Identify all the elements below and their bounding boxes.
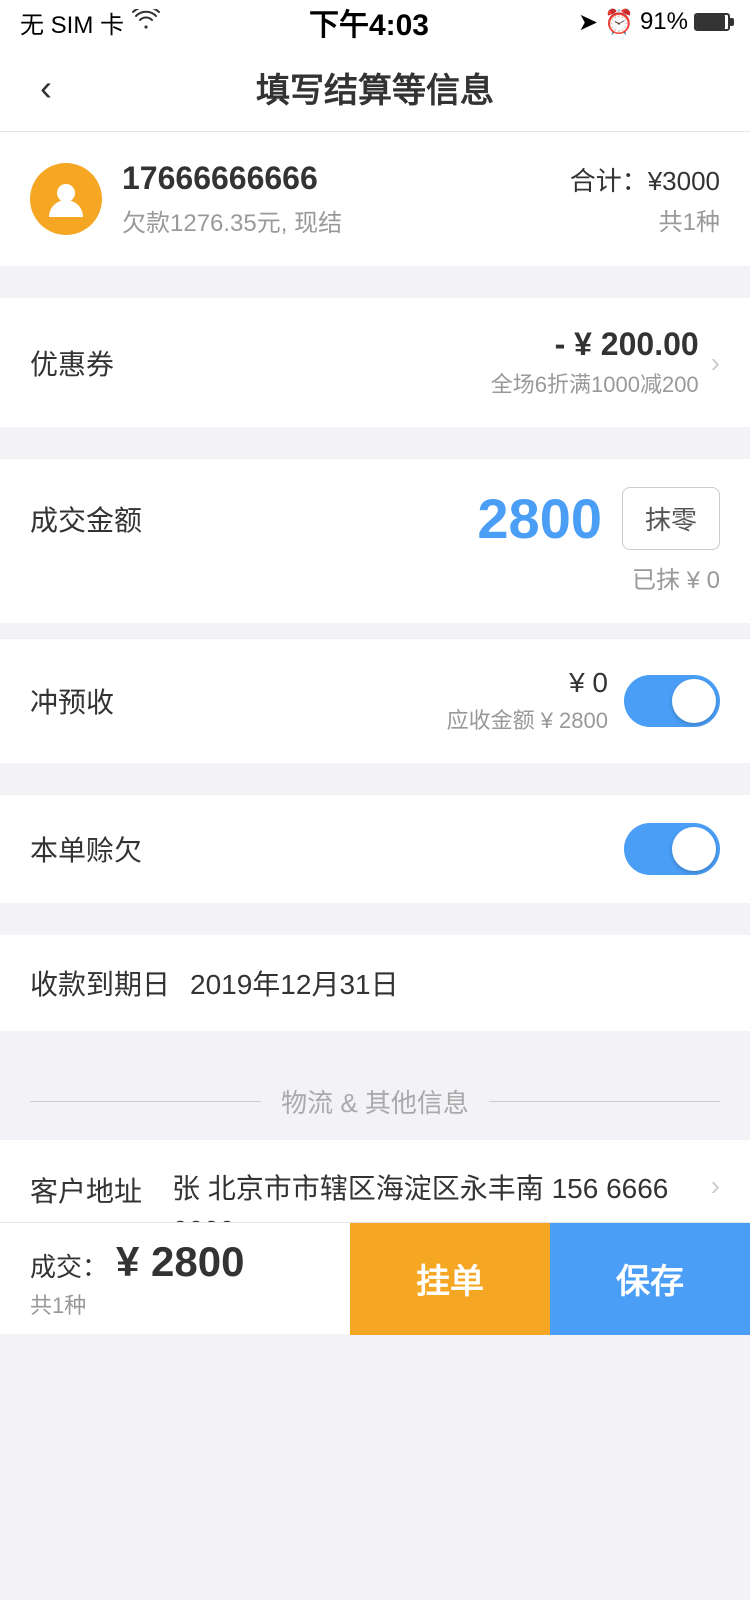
due-date-section: 收款到期日 2019年12月31日 (0, 935, 750, 1031)
customer-left: 17666666666 欠款1276.35元, 现结 (30, 160, 342, 238)
divider-4 (0, 919, 750, 935)
carrier-text: 无 SIM 卡 (20, 5, 124, 40)
address-arrow-icon: › (711, 1170, 720, 1202)
bottom-deal-count: 共1种 (30, 1288, 320, 1320)
bottom-deal-row: 成交： ¥ 2800 (30, 1238, 320, 1286)
divider-2 (0, 443, 750, 459)
address-label: 客户地址 (30, 1170, 142, 1210)
status-bar: 无 SIM 卡 下午4:03 ➤ ⏰ 91% (0, 0, 750, 44)
deal-amount-value: 2800 (477, 491, 602, 547)
coupon-value: - ¥ 200.00 (491, 326, 699, 363)
customer-card: 17666666666 欠款1276.35元, 现结 合计：¥3000 共1种 (0, 132, 750, 266)
deal-amount-label: 成交金额 (30, 499, 142, 539)
main-content: 17666666666 欠款1276.35元, 现结 合计：¥3000 共1种 … (0, 132, 750, 1600)
logistics-line-right (489, 1101, 720, 1102)
battery-icon (694, 13, 730, 31)
customer-total: 合计：¥3000 共1种 (570, 161, 720, 237)
round-zero-button[interactable]: 抹零 (622, 487, 720, 550)
coupon-label: 优惠券 (30, 343, 114, 383)
divider-5 (0, 1047, 750, 1063)
pre-receipt-right: ¥ 0 应收金额 ¥ 2800 (447, 667, 720, 735)
pre-receipt-row: 冲预收 ¥ 0 应收金额 ¥ 2800 (0, 638, 750, 763)
coupon-section: 优惠券 - ¥ 200.00 全场6折满1000减200 › (0, 298, 750, 427)
item-count: 共1种 (570, 202, 720, 237)
location-icon: ➤ (578, 8, 598, 37)
coupon-arrow-icon: › (711, 347, 720, 379)
pre-receipt-toggle[interactable] (624, 675, 720, 727)
bottom-summary: 成交： ¥ 2800 共1种 (0, 1238, 350, 1320)
logistics-divider: 物流 & 其他信息 (0, 1063, 750, 1140)
bottom-deal-label: 成交： (30, 1247, 108, 1284)
due-date-label: 收款到期日 (30, 963, 170, 1003)
coupon-sub: 全场6折满1000减200 (491, 367, 699, 399)
write-off-label: 本单赊欠 (30, 829, 142, 869)
deal-amount-sub: 已抹 ¥ 0 (30, 560, 720, 595)
logistics-line-left (30, 1101, 261, 1102)
total-amount: 合计：¥3000 (570, 161, 720, 198)
pending-button[interactable]: 挂单 (350, 1223, 550, 1335)
bottom-bar: 成交： ¥ 2800 共1种 挂单 保存 (0, 1222, 750, 1334)
status-left: 无 SIM 卡 (20, 5, 160, 40)
due-date-row: 收款到期日 2019年12月31日 (30, 963, 720, 1003)
pre-receipt-label: 冲预收 (30, 681, 114, 721)
deal-amount-row: 成交金额 2800 抹零 (30, 487, 720, 550)
status-right: ➤ ⏰ 91% (578, 8, 730, 37)
deal-amount-right: 2800 抹零 (477, 487, 720, 550)
due-date-value: 2019年12月31日 (190, 963, 399, 1003)
avatar (30, 163, 102, 235)
coupon-row[interactable]: 优惠券 - ¥ 200.00 全场6折满1000减200 › (0, 298, 750, 427)
divider-3 (0, 779, 750, 795)
customer-debt: 欠款1276.35元, 现结 (122, 203, 342, 238)
battery-text: 91% (640, 8, 688, 36)
alarm-icon: ⏰ (604, 8, 634, 37)
write-off-toggle[interactable] (624, 823, 720, 875)
logistics-label: 物流 & 其他信息 (261, 1083, 489, 1120)
time-display: 下午4:03 (309, 0, 429, 44)
back-button[interactable]: ‹ (30, 57, 62, 119)
wifi-icon (132, 8, 160, 36)
save-button[interactable]: 保存 (550, 1223, 750, 1335)
customer-info: 17666666666 欠款1276.35元, 现结 (122, 160, 342, 238)
pre-receipt-amount: ¥ 0 应收金额 ¥ 2800 (447, 667, 608, 735)
deal-amount-section: 成交金额 2800 抹零 已抹 ¥ 0 (0, 459, 750, 623)
page-title: 填写结算等信息 (256, 63, 494, 112)
divider-1 (0, 282, 750, 298)
write-off-section: 本单赊欠 (0, 795, 750, 903)
pre-receipt-amount-main: ¥ 0 (447, 667, 608, 699)
customer-phone: 17666666666 (122, 160, 342, 197)
pre-receipt-amount-sub: 应收金额 ¥ 2800 (447, 703, 608, 735)
nav-bar: ‹ 填写结算等信息 (0, 44, 750, 132)
bottom-deal-amount: ¥ 2800 (116, 1238, 244, 1286)
